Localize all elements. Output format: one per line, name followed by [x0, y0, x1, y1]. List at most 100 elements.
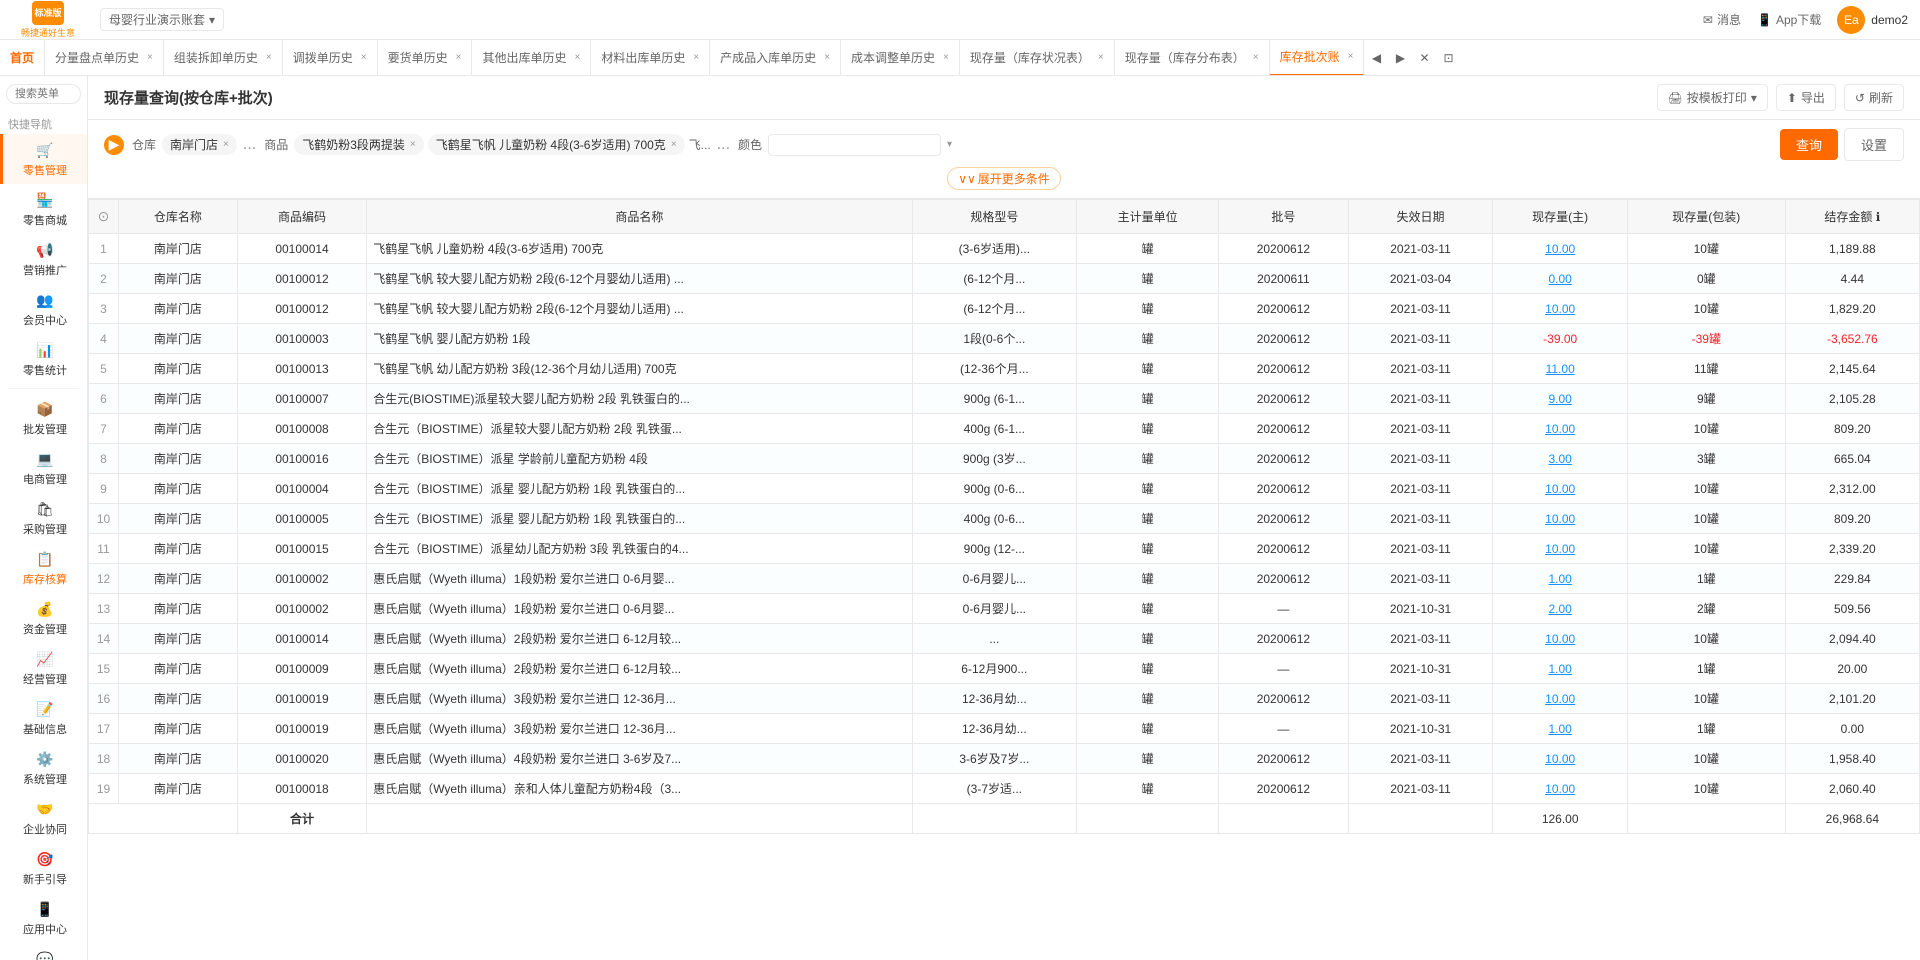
filter-more-goods-icon[interactable]: ... [717, 136, 730, 154]
tab-fen-pan[interactable]: 分量盘点单历史 × [45, 40, 164, 76]
filter-more-icon[interactable]: ... [243, 136, 256, 154]
qty-main-value[interactable]: 10.00 [1545, 242, 1575, 256]
tag-close-icon[interactable]: × [671, 139, 677, 150]
sidebar-item-xi-tong[interactable]: ⚙️ 系统管理 [0, 743, 87, 793]
tag-close-icon[interactable]: × [410, 139, 416, 150]
settings-icon[interactable]: ⊙ [98, 208, 110, 224]
sidebar-item-ying-yong[interactable]: 📱 应用中心 [0, 893, 87, 943]
color-dropdown-icon[interactable]: ▾ [947, 139, 952, 150]
tab-next-button[interactable]: ▶ [1388, 40, 1412, 76]
cell-qty-main: 10.00 [1493, 414, 1627, 444]
sidebar-item-xin-shou[interactable]: 🎯 新手引导 [0, 843, 87, 893]
tab-yao-huo[interactable]: 要货单历史 × [378, 40, 473, 76]
qty-main-value[interactable]: 1.00 [1549, 662, 1572, 676]
tab-prev-button[interactable]: ◀ [1364, 40, 1388, 76]
qty-pkg-value: 1罐 [1697, 572, 1716, 586]
qty-main-value[interactable]: 0.00 [1549, 272, 1572, 286]
sidebar-item-e-com[interactable]: 💻 电商管理 [0, 443, 87, 493]
row-index: 19 [89, 774, 119, 804]
tab-xian-cun-pici[interactable]: 库存批次账 × [1270, 40, 1365, 76]
sidebar-item-ji-chu[interactable]: 📝 基础信息 [0, 693, 87, 743]
management-icon: 📈 [35, 649, 55, 669]
qty-main-value[interactable]: 10.00 [1545, 632, 1575, 646]
sidebar-item-qi-ye-wei[interactable]: 💬 企业微信 [0, 943, 87, 960]
close-icon[interactable]: × [1253, 52, 1259, 63]
close-icon[interactable]: × [1098, 52, 1104, 63]
qty-pkg-value: 11罐 [1694, 362, 1718, 376]
expand-more-button[interactable]: ∨∨ 展开更多条件 [947, 167, 1061, 190]
filter-row: ▶ 仓库 南岸门店 × ... 商品 [104, 128, 1904, 161]
qty-main-value[interactable]: 9.00 [1549, 392, 1572, 406]
tab-cheng-ben[interactable]: 成本调整单历史 × [841, 40, 960, 76]
sidebar-item-zero-mgmt[interactable]: 🛒 零售管理 [0, 134, 87, 184]
tab-cai-liao[interactable]: 材料出库单历史 × [591, 40, 710, 76]
sidebar-item-zero-shop[interactable]: 🏪 零售商城 [0, 184, 87, 234]
th-settings[interactable]: ⊙ [89, 200, 119, 234]
setting-button[interactable]: 设置 [1844, 128, 1904, 161]
template-print-button[interactable]: 🖨 按模板打印 ▾ [1657, 84, 1768, 111]
tab-chan-pin[interactable]: 产成品入库单历史 × [710, 40, 841, 76]
org-selector[interactable]: 母婴行业演示账套 ▾ [100, 8, 224, 31]
sidebar-item-marketing[interactable]: 📢 营销推广 [0, 234, 87, 284]
cell-qty-pkg: 0罐 [1627, 264, 1785, 294]
expand-filters-button[interactable]: ▶ [104, 135, 124, 155]
sidebar-item-qi-ye[interactable]: 🤝 企业协同 [0, 793, 87, 843]
tab-close-button[interactable]: ✕ [1412, 40, 1436, 76]
cell-warehouse: 南岸门店 [119, 684, 238, 714]
qty-main-value[interactable]: 10.00 [1545, 482, 1575, 496]
sidebar-item-jing-ying[interactable]: 📈 经营管理 [0, 643, 87, 693]
qty-main-value[interactable]: 10.00 [1545, 302, 1575, 316]
close-icon[interactable]: × [147, 52, 153, 63]
close-icon[interactable]: × [824, 52, 830, 63]
export-button[interactable]: ⬆ 导出 [1776, 84, 1836, 111]
close-icon[interactable]: × [693, 52, 699, 63]
logo-text: 畅捷通好生意 [21, 26, 75, 39]
close-icon[interactable]: × [456, 52, 462, 63]
sidebar-item-member[interactable]: 👥 会员中心 [0, 284, 87, 334]
qty-pkg-value: 9罐 [1697, 392, 1716, 406]
app-download-button[interactable]: 📱 App下载 [1757, 11, 1821, 28]
tab-diao-bo[interactable]: 调拨单历史 × [283, 40, 378, 76]
tab-xian-cun-1[interactable]: 现存量（库存状况表） × [960, 40, 1115, 76]
chevron-down-icon: ▾ [1751, 91, 1757, 105]
qty-main-value[interactable]: 11.00 [1546, 362, 1575, 376]
qty-main-value[interactable]: 1.00 [1549, 572, 1572, 586]
cell-spec: 12-36月幼... [912, 714, 1076, 744]
cell-code: 00100013 [237, 354, 366, 384]
sidebar-item-pi-fa[interactable]: 📦 批发管理 [0, 393, 87, 443]
close-icon[interactable]: × [574, 52, 580, 63]
message-button[interactable]: ✉ 消息 [1703, 11, 1741, 28]
qty-main-value[interactable]: 10.00 [1545, 542, 1575, 556]
qty-main-value[interactable]: 10.00 [1545, 782, 1575, 796]
qty-main-value[interactable]: 10.00 [1545, 692, 1575, 706]
table-row: 11 南岸门店 00100015 合生元（BIOSTIME）派星幼儿配方奶粉 3… [89, 534, 1920, 564]
qty-main-value[interactable]: 3.00 [1549, 452, 1572, 466]
qty-main-value[interactable]: 10.00 [1545, 512, 1575, 526]
tab-zu-chai[interactable]: 组装拆卸单历史 × [164, 40, 283, 76]
close-icon[interactable]: × [943, 52, 949, 63]
qty-main-value[interactable]: 10.00 [1545, 422, 1575, 436]
close-icon[interactable]: × [1348, 51, 1354, 62]
user-area[interactable]: Ea demo2 [1837, 6, 1908, 34]
close-icon[interactable]: × [361, 52, 367, 63]
tag-close-icon[interactable]: × [223, 139, 229, 150]
sidebar-item-ku-cun[interactable]: 📋 库存核算 [0, 543, 87, 593]
qty-main-value[interactable]: 1.00 [1549, 722, 1572, 736]
tab-qi-ta[interactable]: 其他出库单历史 × [472, 40, 591, 76]
tab-xian-cun-2[interactable]: 现存量（库存分布表） × [1115, 40, 1270, 76]
sidebar-item-label: 库存核算 [23, 571, 67, 587]
qty-main-value[interactable]: 2.00 [1549, 602, 1572, 616]
sidebar-item-cai-gou[interactable]: 🛍 采购管理 [0, 493, 87, 543]
cell-batch: — [1219, 714, 1348, 744]
color-input[interactable] [768, 134, 941, 156]
qty-main-value: -39.00 [1543, 332, 1577, 346]
tab-expand-button[interactable]: ⊡ [1436, 40, 1460, 76]
sidebar-item-zero-stat[interactable]: 📊 零售统计 [0, 334, 87, 384]
close-icon[interactable]: × [266, 52, 272, 63]
tab-home[interactable]: 首页 [0, 40, 45, 76]
qty-main-value[interactable]: 10.00 [1545, 752, 1575, 766]
query-button[interactable]: 查询 [1780, 129, 1838, 160]
sidebar-item-zi-jin[interactable]: 💰 资金管理 [0, 593, 87, 643]
refresh-button[interactable]: ↺ 刷新 [1844, 84, 1904, 111]
search-input[interactable] [6, 84, 81, 104]
